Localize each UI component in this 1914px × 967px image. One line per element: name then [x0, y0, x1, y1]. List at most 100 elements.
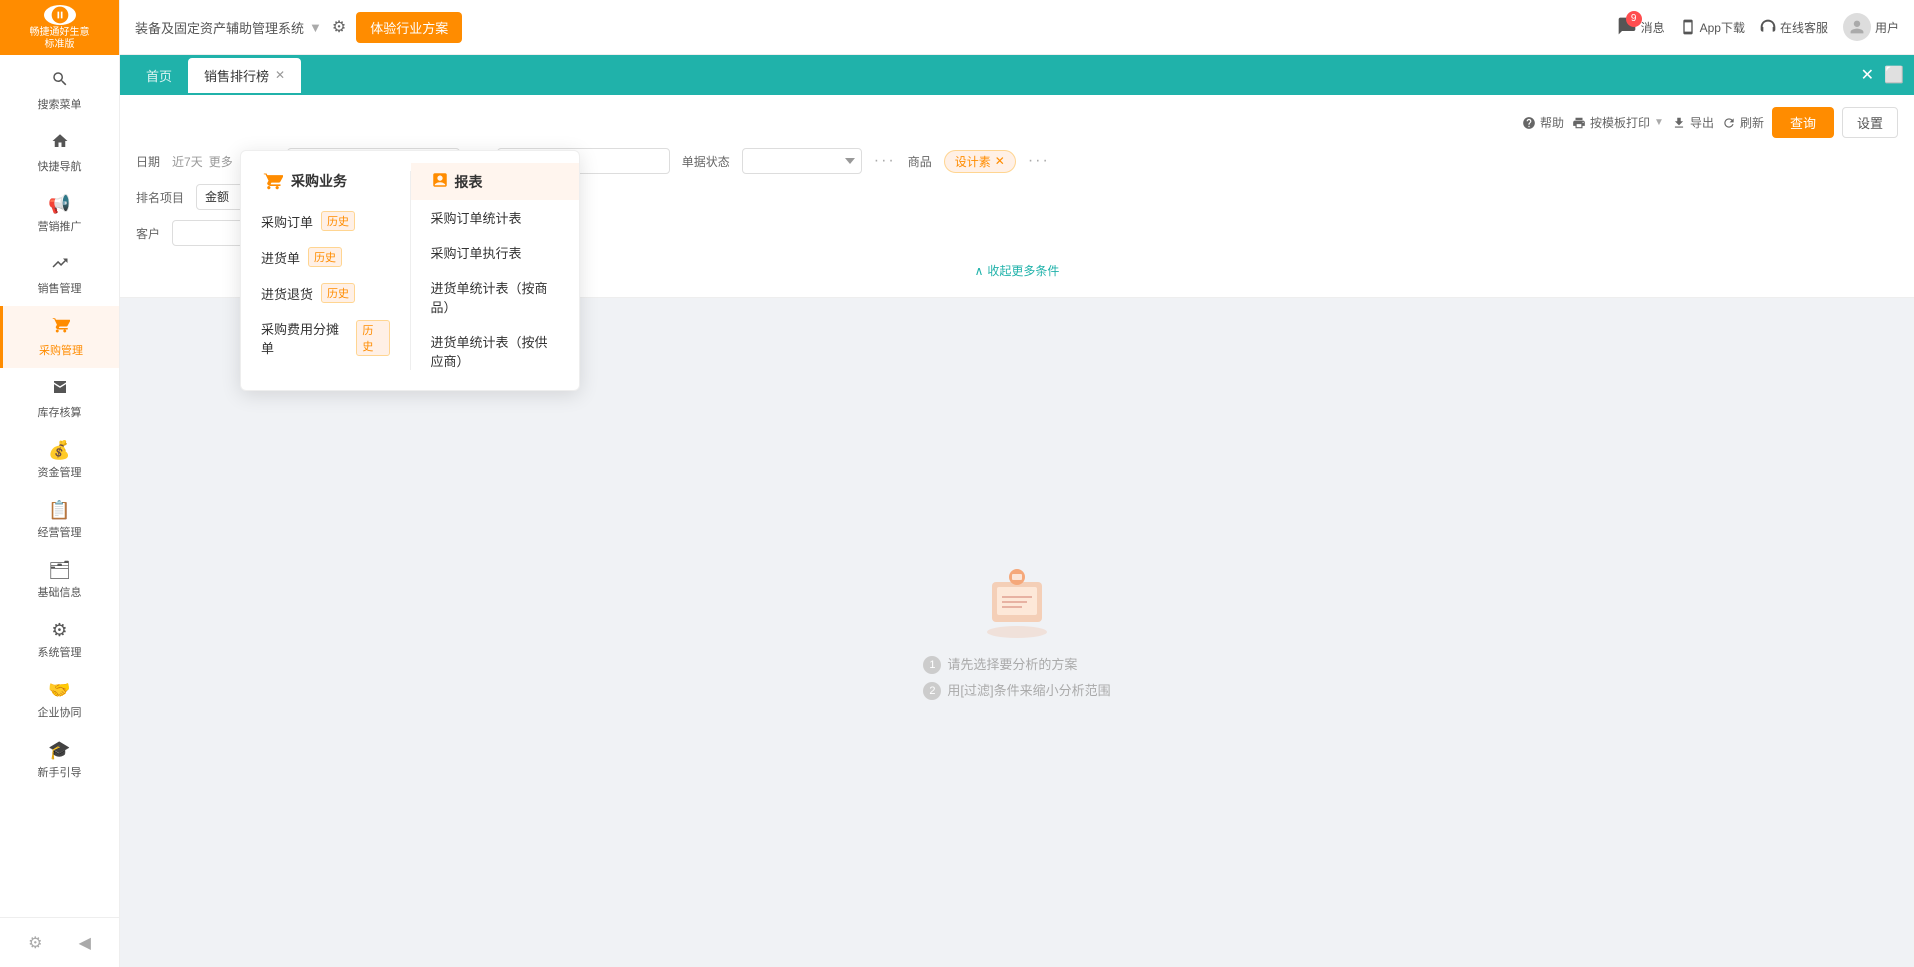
dropdown-item-inbound-stat-goods[interactable]: 进货单统计表（按商品）	[421, 270, 570, 324]
dropdown-item-inbound-label: 进货单	[261, 248, 300, 267]
report-col-title: 报表	[455, 172, 483, 192]
print-btn[interactable]: 按模板打印 ▼	[1572, 114, 1664, 131]
sidebar-item-operation-label: 经营管理	[38, 524, 82, 540]
sidebar-item-finance[interactable]: 💰 资金管理	[0, 430, 119, 490]
system-icon: ⚙	[51, 620, 67, 641]
topbar-right: 9 消息 App下载 在线客服 用户	[1617, 13, 1899, 41]
dropdown-item-expense-label: 采购费用分摊单	[261, 319, 348, 357]
phone-icon	[1680, 19, 1696, 35]
dropdown-item-return[interactable]: 进货退货 历史	[251, 275, 400, 311]
sidebar-item-collab[interactable]: 🤝 企业协同	[0, 670, 119, 730]
sales-icon	[51, 254, 69, 277]
sidebar-item-inventory-label: 库存核算	[38, 404, 82, 420]
dropdown-item-po-exec[interactable]: 采购订单执行表	[421, 235, 570, 270]
tab-home[interactable]: 首页	[130, 58, 188, 93]
online-service-item[interactable]: 在线客服	[1760, 19, 1828, 36]
sidebar-item-purchase[interactable]: 采购管理	[0, 306, 119, 368]
empty-state: 1 请先选择要分析的方案 2 用[过滤]条件来缩小分析范围	[120, 298, 1914, 967]
sidebar-item-search-label: 搜索菜单	[38, 96, 82, 112]
query-btn[interactable]: 查询	[1772, 107, 1834, 138]
sidebar: 畅捷通好生意 标准版 搜索菜单 快捷导航 📢 营销推广 销售管理	[0, 0, 120, 967]
dropdown-item-return-label: 进货退货	[261, 284, 313, 303]
sidebar-item-marketing-label: 营销推广	[38, 218, 82, 234]
settings-footer-icon[interactable]: ⚙	[28, 933, 42, 953]
sidebar-item-guide[interactable]: 🎓 新手引导	[0, 730, 119, 790]
sidebar-item-purchase-label: 采购管理	[39, 342, 83, 358]
sidebar-item-sales-label: 销售管理	[38, 280, 82, 296]
status-more-dots[interactable]: ···	[874, 152, 896, 170]
sidebar-item-basic-label: 基础信息	[38, 584, 82, 600]
purchase-col-title: 采购业务	[291, 171, 347, 191]
tab-sales-rank[interactable]: 销售排行榜 ✕	[188, 58, 301, 93]
date-preset-7d[interactable]: 近7天	[172, 153, 203, 170]
print-dropdown-icon[interactable]: ▼	[1654, 117, 1664, 128]
collapse-up-icon: ∧	[975, 264, 984, 278]
sidebar-item-nav-label: 快捷导航	[38, 158, 82, 174]
hint-num-1: 1	[923, 656, 941, 674]
sidebar-item-inventory[interactable]: 库存核算	[0, 368, 119, 430]
filter-toolbar-row: 帮助 按模板打印 ▼ 导出 刷新 查询	[136, 107, 1898, 138]
sidebar-item-system-label: 系统管理	[38, 644, 82, 660]
dropdown-item-expense-badge: 历史	[356, 320, 389, 356]
sidebar-menu: 搜索菜单 快捷导航 📢 营销推广 销售管理 采购管理	[0, 55, 119, 917]
goods-tag-close[interactable]: ✕	[995, 154, 1005, 168]
logo-text: 畅捷通好生意 标准版	[30, 27, 90, 51]
maximize-icon[interactable]: ⬜	[1884, 65, 1904, 85]
dropdown-col-report: 报表 采购订单统计表 采购订单执行表 进货单统计表（按商品） 进货单统计表（按供…	[411, 163, 580, 378]
sidebar-item-search[interactable]: 搜索菜单	[0, 60, 119, 122]
export-label: 导出	[1690, 114, 1714, 131]
close-window-icon[interactable]: ✕	[1861, 65, 1874, 85]
sidebar-item-guide-label: 新手引导	[38, 764, 82, 780]
export-btn[interactable]: 导出	[1672, 114, 1714, 131]
collapse-icon[interactable]: ◀	[79, 933, 91, 953]
export-icon	[1672, 116, 1686, 130]
sidebar-item-collab-label: 企业协同	[38, 704, 82, 720]
message-label: 消息	[1641, 19, 1665, 36]
collapse-btn[interactable]: ∧ 收起更多条件	[975, 256, 1060, 285]
dropdown-item-inbound[interactable]: 进货单 历史	[251, 239, 400, 275]
refresh-btn[interactable]: 刷新	[1722, 114, 1764, 131]
purchase-col-header: 采购业务	[251, 163, 400, 203]
dropdown-item-return-badge: 历史	[321, 283, 355, 303]
dropdown-item-expense[interactable]: 采购费用分摊单 历史	[251, 311, 400, 365]
purchase-dropdown-menu: 采购业务 采购订单 历史 进货单 历史 进货退货 历史	[240, 150, 580, 391]
dropdown-columns: 采购业务 采购订单 历史 进货单 历史 进货退货 历史	[241, 163, 579, 378]
status-select[interactable]	[742, 148, 862, 174]
dropdown-item-po-label: 采购订单	[261, 212, 313, 231]
dropdown-item-po-badge: 历史	[321, 211, 355, 231]
dropdown-item-inbound-stat-supplier[interactable]: 进货单统计表（按供应商）	[421, 324, 570, 378]
date-preset-more[interactable]: 更多	[209, 153, 233, 170]
date-label: 日期	[136, 153, 160, 170]
main-area: 装备及固定资产辅助管理系统 ▼ ⚙ 体验行业方案 9 消息 App下载 在线客服	[120, 0, 1914, 967]
tabbar: 首页 销售排行榜 ✕ ✕ ⬜	[120, 55, 1914, 95]
dropdown-item-po-stat[interactable]: 采购订单统计表	[421, 200, 570, 235]
sidebar-item-operation[interactable]: 📋 经营管理	[0, 490, 119, 550]
guide-icon: 🎓	[48, 740, 70, 761]
settings-icon[interactable]: ⚙	[332, 17, 346, 37]
empty-hints: 1 请先选择要分析的方案 2 用[过滤]条件来缩小分析范围	[923, 652, 1110, 704]
collapse-label: 收起更多条件	[987, 262, 1059, 279]
sidebar-item-nav[interactable]: 快捷导航	[0, 122, 119, 184]
logo: 畅捷通好生意 标准版	[0, 0, 119, 55]
report-col-header: 报表	[411, 163, 580, 200]
industry-btn[interactable]: 体验行业方案	[356, 12, 462, 43]
tab-close-icon[interactable]: ✕	[275, 68, 285, 82]
dropdown-item-po-exec-label: 采购订单执行表	[431, 243, 522, 262]
sidebar-item-system[interactable]: ⚙ 系统管理	[0, 610, 119, 670]
customer-label: 客户	[136, 225, 160, 242]
dropdown-item-po[interactable]: 采购订单 历史	[251, 203, 400, 239]
sidebar-item-basic[interactable]: 🗂 基础信息	[0, 550, 119, 610]
settings-btn[interactable]: 设置	[1842, 107, 1898, 138]
system-title-dropdown[interactable]: 装备及固定资产辅助管理系统 ▼	[135, 18, 322, 37]
app-download-item[interactable]: App下载	[1680, 19, 1745, 36]
user-item[interactable]: 用户	[1843, 13, 1899, 41]
window-controls: ✕ ⬜	[1861, 65, 1904, 85]
sidebar-item-sales[interactable]: 销售管理	[0, 244, 119, 306]
message-count: 9	[1626, 11, 1642, 27]
message-item[interactable]: 9 消息	[1617, 16, 1665, 39]
sidebar-item-marketing[interactable]: 📢 营销推广	[0, 184, 119, 244]
purchase-col-icon	[261, 169, 285, 193]
help-icon	[1522, 116, 1536, 130]
help-btn[interactable]: 帮助	[1522, 114, 1564, 131]
goods-more-dots[interactable]: ···	[1028, 152, 1050, 170]
